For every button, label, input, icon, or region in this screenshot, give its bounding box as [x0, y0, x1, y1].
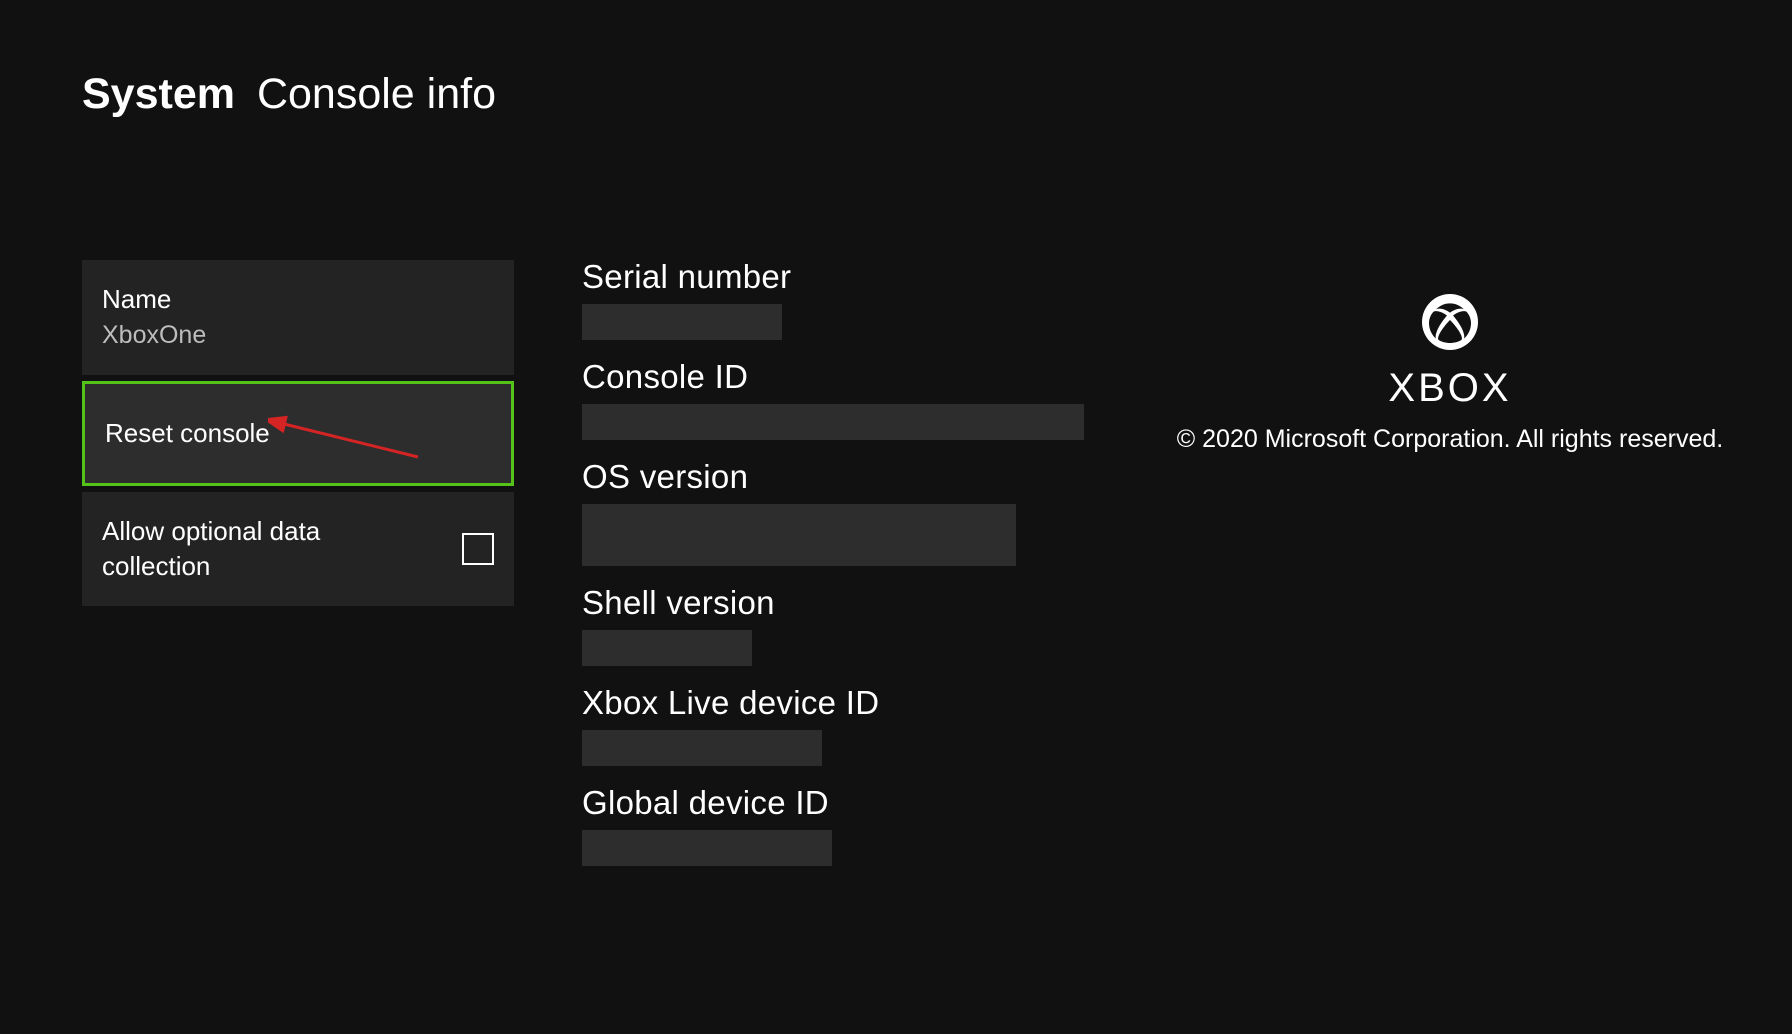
- reset-console-label: Reset console: [105, 418, 270, 448]
- os-version-value-redacted: [582, 504, 1016, 566]
- xbox-logo-icon: [1422, 294, 1478, 350]
- shell-version-value-redacted: [582, 630, 752, 666]
- brand-name: XBOX: [1165, 366, 1735, 411]
- options-panel: Name XboxOne Reset console Allow optiona…: [82, 260, 514, 612]
- reset-console-button[interactable]: Reset console: [82, 381, 514, 486]
- os-version-label: OS version: [582, 458, 1142, 496]
- copyright-text: © 2020 Microsoft Corporation. All rights…: [1165, 425, 1735, 454]
- name-option-value: XboxOne: [102, 319, 494, 353]
- name-option-label: Name: [102, 282, 494, 317]
- allow-data-collection-toggle[interactable]: Allow optional data collection: [82, 492, 514, 606]
- global-device-id-value-redacted: [582, 830, 832, 866]
- console-info-panel: Serial number Console ID OS version Shel…: [582, 258, 1142, 884]
- allow-data-collection-label: Allow optional data collection: [102, 514, 402, 584]
- global-device-id-label: Global device ID: [582, 784, 1142, 822]
- breadcrumb: System Console info: [82, 70, 496, 119]
- console-id-label: Console ID: [582, 358, 1142, 396]
- console-id-value-redacted: [582, 404, 1084, 440]
- name-option[interactable]: Name XboxOne: [82, 260, 514, 375]
- serial-number-value-redacted: [582, 304, 782, 340]
- xbox-live-device-id-label: Xbox Live device ID: [582, 684, 1142, 722]
- shell-version-label: Shell version: [582, 584, 1142, 622]
- serial-number-label: Serial number: [582, 258, 1142, 296]
- breadcrumb-secondary: Console info: [257, 70, 496, 118]
- breadcrumb-primary: System: [82, 70, 235, 118]
- checkbox-unchecked-icon: [462, 533, 494, 565]
- brand-panel: XBOX © 2020 Microsoft Corporation. All r…: [1165, 294, 1735, 454]
- xbox-live-device-id-value-redacted: [582, 730, 822, 766]
